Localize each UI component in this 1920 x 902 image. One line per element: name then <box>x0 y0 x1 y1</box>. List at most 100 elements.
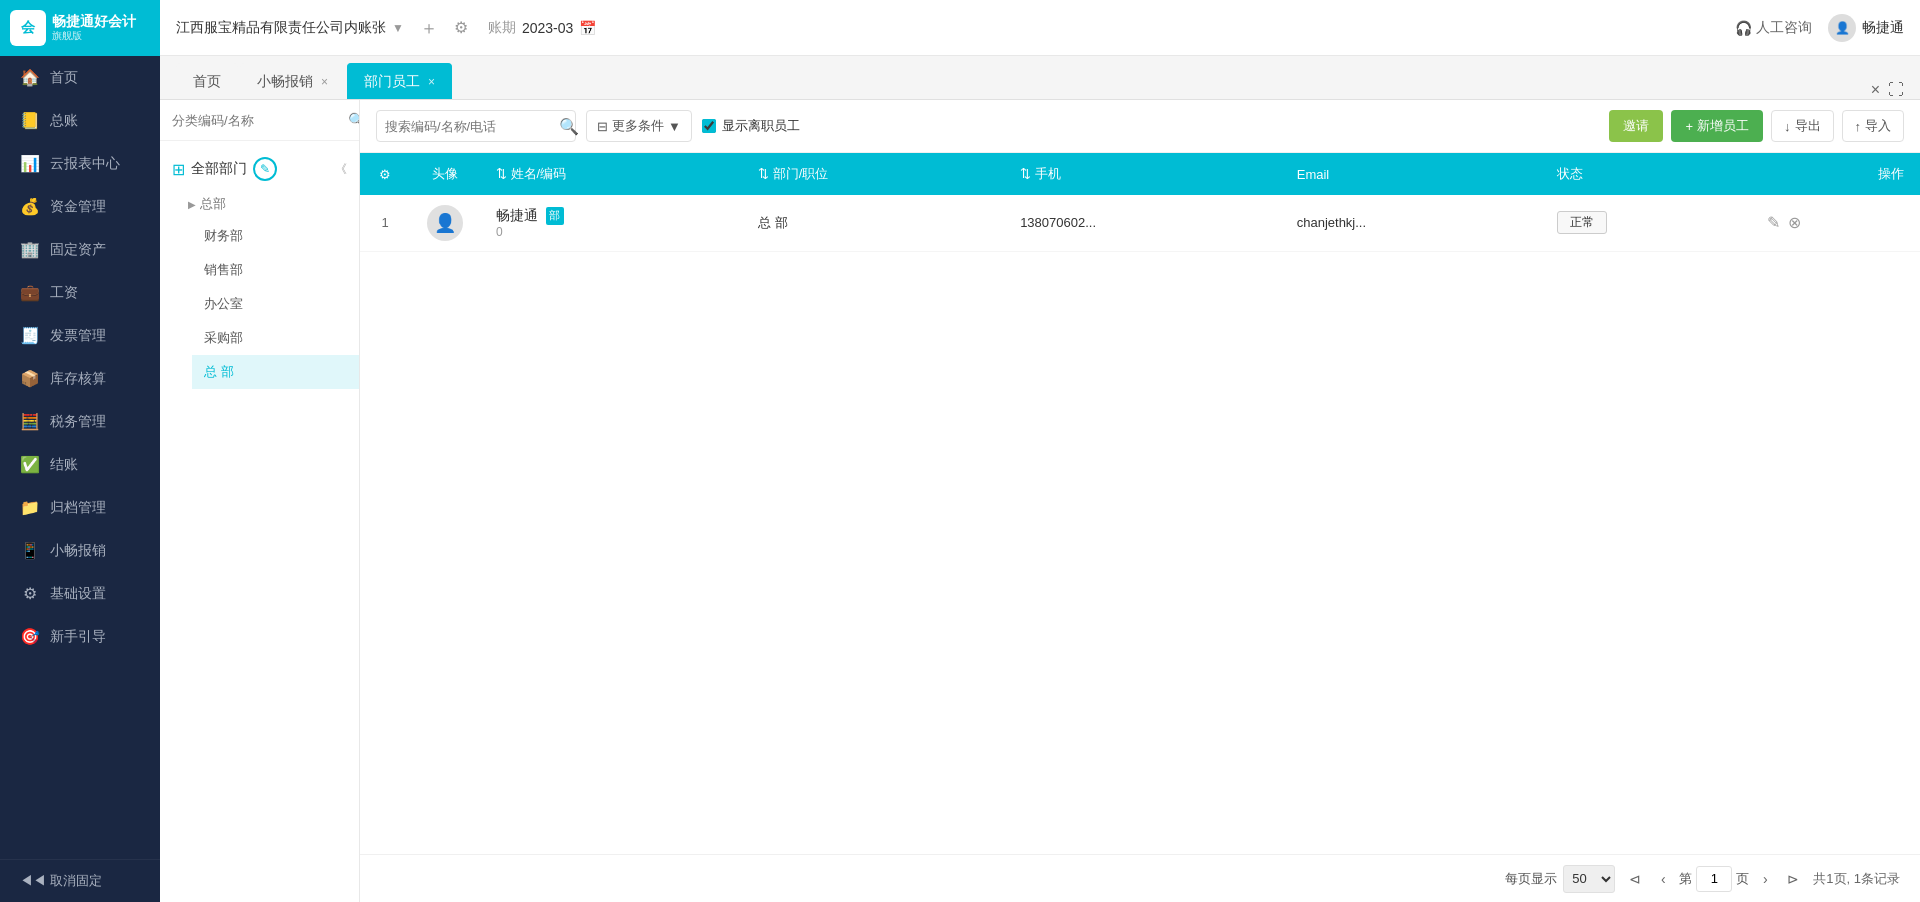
sidebar-label-6: 发票管理 <box>50 327 106 345</box>
expand-tabs-button[interactable]: ⛶ <box>1888 81 1904 99</box>
avatar: 👤 <box>1828 14 1856 42</box>
export-button[interactable]: ↓ 导出 <box>1771 110 1834 142</box>
table-row: 1 👤 畅捷通 部 0 总 部 <box>360 195 1920 251</box>
tab-department-close[interactable]: × <box>428 75 435 89</box>
sidebar-item-3[interactable]: 💰资金管理 <box>0 185 160 228</box>
service-button[interactable]: 🎧 人工咨询 <box>1735 19 1812 37</box>
company-selector[interactable]: 江西服宝精品有限责任公司内账张 ▼ <box>176 19 404 37</box>
sidebar-item-8[interactable]: 🧮税务管理 <box>0 400 160 443</box>
topbar-right: 🎧 人工咨询 👤 畅捷通 <box>1735 14 1904 42</box>
dept-all-button[interactable]: ⊞ 全部部门 ✎ 《 <box>160 149 359 189</box>
th-phone[interactable]: ⇅ 手机 <box>1004 153 1281 195</box>
sidebar-label-9: 结账 <box>50 456 78 474</box>
th-avatar: 头像 <box>410 153 480 195</box>
dept-collapse-button[interactable]: 《 <box>335 161 347 178</box>
filter-label: 更多条件 <box>612 117 664 135</box>
dept-tree: ⊞ 全部部门 ✎ 《 ▶ 总部 财务部 销售部 <box>160 141 359 902</box>
tab-xiaochang[interactable]: 小畅报销 × <box>240 63 345 99</box>
th-dept-position[interactable]: ⇅ 部门/职位 <box>742 153 1004 195</box>
show-resigned-checkbox[interactable]: 显示离职员工 <box>702 117 800 135</box>
filter-button[interactable]: ⊟ 更多条件 ▼ <box>586 110 692 142</box>
dept-item-sales[interactable]: 销售部 <box>192 253 359 287</box>
employee-search-icon[interactable]: 🔍 <box>559 117 579 136</box>
sidebar-item-0[interactable]: 🏠首页 <box>0 56 160 99</box>
dept-item-purchase[interactable]: 采购部 <box>192 321 359 355</box>
department-tree-panel: 🔍 ⊞ 全部部门 ✎ 《 ▶ 总部 财务部 <box>160 100 360 902</box>
sidebar-item-13[interactable]: 🎯新手引导 <box>0 615 160 658</box>
dept-item-finance[interactable]: 财务部 <box>192 219 359 253</box>
td-avatar: 👤 <box>410 195 480 251</box>
logout-icon[interactable]: ⊗ <box>1788 213 1801 232</box>
filter-icon: ⊟ <box>597 119 608 134</box>
employee-list-panel: 🔍 ⊟ 更多条件 ▼ 显示离职员工 邀请 + 新增员工 <box>360 100 1920 902</box>
sidebar-item-10[interactable]: 📁归档管理 <box>0 486 160 529</box>
sidebar-item-11[interactable]: 📱小畅报销 <box>0 529 160 572</box>
sidebar-item-4[interactable]: 🏢固定资产 <box>0 228 160 271</box>
sidebar-label-2: 云报表中心 <box>50 155 120 173</box>
page-word: 第 <box>1679 870 1692 888</box>
close-all-tabs-button[interactable]: × <box>1871 81 1880 99</box>
first-page-button[interactable]: ⊲ <box>1623 867 1647 891</box>
employee-search-area: 🔍 <box>376 110 576 142</box>
company-dropdown-icon: ▼ <box>392 21 404 35</box>
employee-search-input[interactable] <box>385 119 553 134</box>
show-resigned-label: 显示离职员工 <box>722 117 800 135</box>
dept-item-office[interactable]: 办公室 <box>192 287 359 321</box>
tab-department[interactable]: 部门员工 × <box>347 63 452 99</box>
add-tab-button[interactable]: ＋ <box>416 16 442 40</box>
dept-search-icon[interactable]: 🔍 <box>348 112 360 128</box>
invite-button[interactable]: 邀请 <box>1609 110 1663 142</box>
dept-item-headquarters[interactable]: 总 部 <box>192 355 359 389</box>
sidebar-item-5[interactable]: 💼工资 <box>0 271 160 314</box>
sidebar: 会 畅捷通好会计 旗舰版 🏠首页📒总账📊云报表中心💰资金管理🏢固定资产💼工资🧾发… <box>0 0 160 902</box>
td-status: 正常 <box>1541 195 1751 251</box>
edit-icon[interactable]: ✎ <box>1767 213 1780 232</box>
next-page-button[interactable]: › <box>1753 867 1777 891</box>
page-suffix: 页 <box>1736 870 1749 888</box>
per-page-select[interactable]: 50 10 20 100 <box>1563 865 1615 893</box>
th-name-code[interactable]: ⇅ 姓名/编码 <box>480 153 742 195</box>
dept-zongbu-name: 总部 <box>200 195 226 213</box>
employee-dept-badge: 部 <box>546 207 564 225</box>
cancel-fixed-label: ◀◀ 取消固定 <box>20 872 102 890</box>
per-page-selector: 每页显示 50 10 20 100 <box>1505 865 1615 893</box>
sidebar-icon-4: 🏢 <box>20 240 40 259</box>
per-page-label: 每页显示 <box>1505 870 1557 888</box>
sidebar-item-9[interactable]: ✅结账 <box>0 443 160 486</box>
sidebar-item-6[interactable]: 🧾发票管理 <box>0 314 160 357</box>
sidebar-label-3: 资金管理 <box>50 198 106 216</box>
add-employee-button[interactable]: + 新增员工 <box>1671 110 1763 142</box>
sidebar-icon-7: 📦 <box>20 369 40 388</box>
td-dept: 总 部 <box>742 195 1004 251</box>
employee-name: 畅捷通 部 <box>496 207 726 225</box>
calendar-icon[interactable]: 📅 <box>579 20 596 36</box>
tab-xiaochang-close[interactable]: × <box>321 75 328 89</box>
period-selector[interactable]: 账期 2023-03 📅 <box>488 19 596 37</box>
dept-search-area: 🔍 <box>160 100 359 141</box>
status-badge: 正常 <box>1557 211 1607 234</box>
user-menu[interactable]: 👤 畅捷通 <box>1828 14 1904 42</box>
th-gear[interactable]: ⚙ <box>360 153 410 195</box>
dept-edit-button[interactable]: ✎ <box>253 157 277 181</box>
dept-group-zongbu-label[interactable]: ▶ 总部 <box>176 189 359 219</box>
dept-office-label: 办公室 <box>204 295 243 313</box>
cancel-fixed-button[interactable]: ◀◀ 取消固定 <box>0 859 160 902</box>
sidebar-item-12[interactable]: ⚙基础设置 <box>0 572 160 615</box>
tab-home-label: 首页 <box>193 73 221 91</box>
settings-icon[interactable]: ⚙ <box>454 18 468 37</box>
sidebar-item-7[interactable]: 📦库存核算 <box>0 357 160 400</box>
sidebar-item-1[interactable]: 📒总账 <box>0 99 160 142</box>
sidebar-item-2[interactable]: 📊云报表中心 <box>0 142 160 185</box>
import-button[interactable]: ↑ 导入 <box>1842 110 1905 142</box>
dept-sales-label: 销售部 <box>204 261 243 279</box>
page-input[interactable] <box>1696 866 1732 892</box>
dept-search-input[interactable] <box>172 113 340 128</box>
add-employee-plus-icon: + <box>1685 119 1693 134</box>
logo-text: 畅捷通好会计 旗舰版 <box>52 13 136 44</box>
table-header-row: ⚙ 头像 ⇅ 姓名/编码 ⇅ 部门/职位 ⇅ 手机 Email 状态 操作 <box>360 153 1920 195</box>
last-page-button[interactable]: ⊳ <box>1781 867 1805 891</box>
tab-home[interactable]: 首页 <box>176 63 238 99</box>
sidebar-icon-12: ⚙ <box>20 584 40 603</box>
prev-page-button[interactable]: ‹ <box>1651 867 1675 891</box>
resigned-checkbox-input[interactable] <box>702 119 716 133</box>
